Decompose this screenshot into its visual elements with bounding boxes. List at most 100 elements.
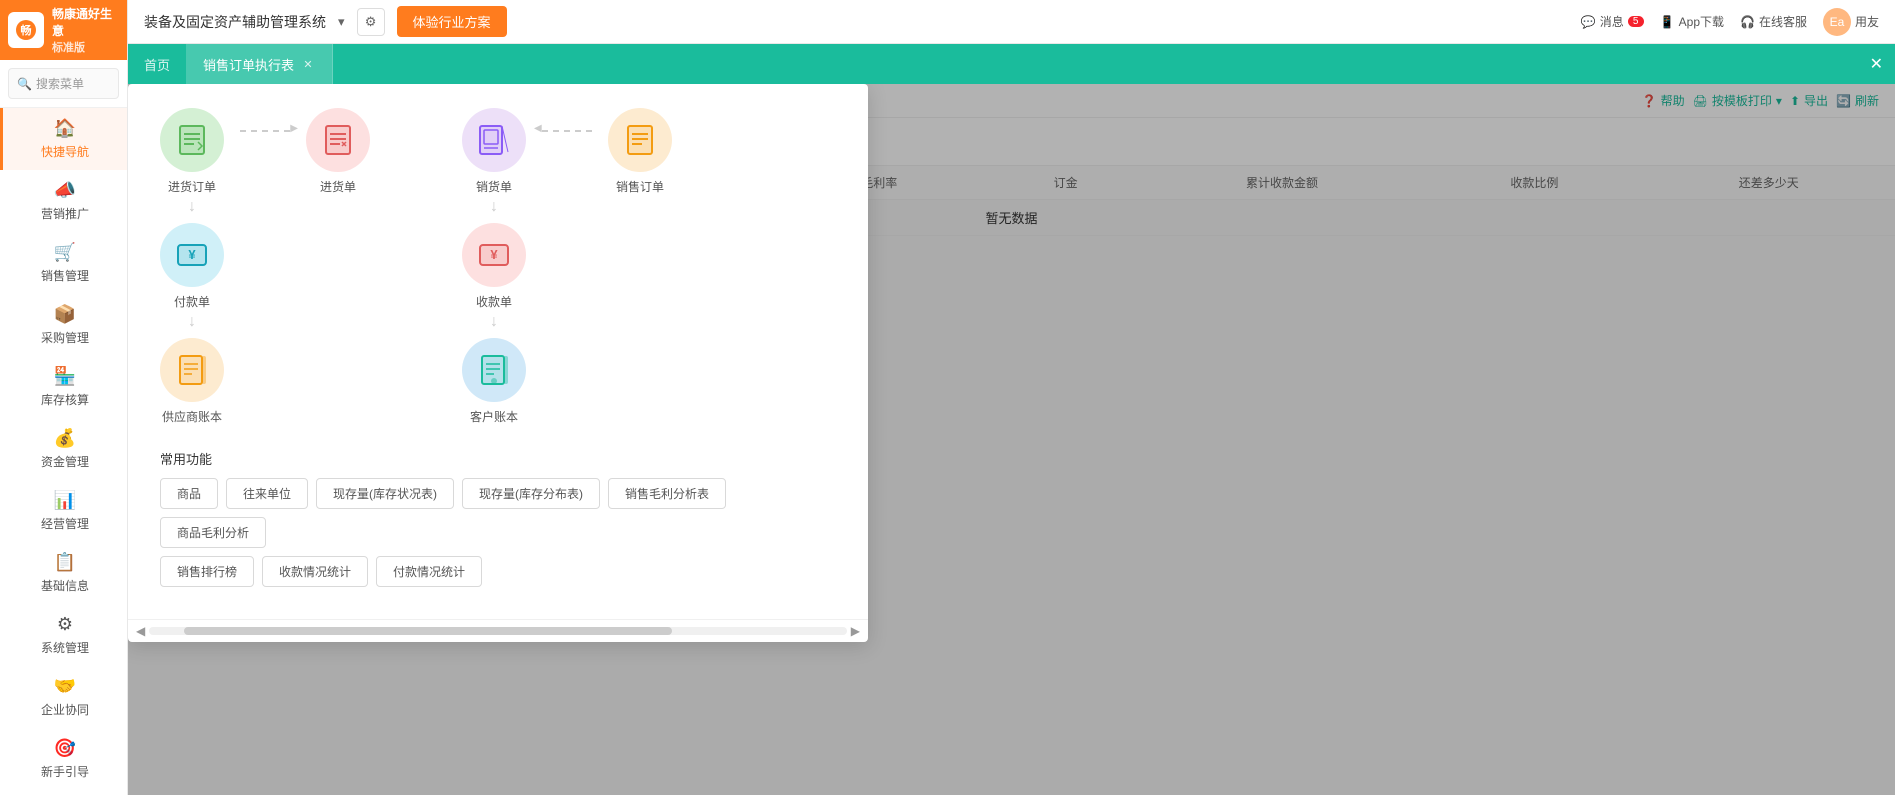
func-btn-payment-stats[interactable]: 付款情况统计 [376,556,482,587]
func-btn-sales-profit-analysis[interactable]: 销售毛利分析表 [608,478,726,509]
finance-icon: 💰 [54,428,76,449]
down-arrow-1: ↓ [188,199,196,215]
message-badge: 5 [1628,16,1644,27]
service-icon: 🎧 [1740,15,1755,29]
func-btn-inventory-status[interactable]: 现存量(库存状况表) [316,478,454,509]
func-btn-contacts[interactable]: 往来单位 [226,478,308,509]
system-dropdown[interactable]: ▾ [338,14,345,30]
quick-guide-modal: 进货订单 ↓ ¥ [128,84,868,642]
message-button[interactable]: 💬 消息 5 [1581,13,1644,30]
sidebar-nav: 🏠 快捷导航 📣 营销推广 🛒 销售管理 📦 采购管理 🏪 库存核算 💰 资金管… [0,108,127,795]
scrollbar-thumb[interactable] [184,627,672,635]
user-name-label: 用友 [1855,13,1879,30]
flow-item-payment[interactable]: ¥ 付款单 [160,223,224,310]
receipt-label: 收款单 [476,293,512,310]
app-download-button[interactable]: 📱 App下载 [1660,13,1724,30]
sidebar-search-area: 🔍 搜索菜单 [0,60,127,108]
online-service-button[interactable]: 🎧 在线客服 [1740,13,1807,30]
common-functions-section: 常用功能 商品 往来单位 现存量(库存状况表) 现存量(库存分布表) 销售毛利分… [160,449,836,587]
avatar: Ea [1823,8,1851,36]
func-btn-sales-ranking[interactable]: 销售排行榜 [160,556,254,587]
sidebar-item-marketing[interactable]: 📣 营销推广 [0,170,127,232]
main-area: 装备及固定资产辅助管理系统 ▾ ⚙ 体验行业方案 💬 消息 5 📱 App下载 … [128,0,1895,795]
flow-item-sales-order[interactable]: 销售订单 [608,108,672,195]
experience-industry-button[interactable]: 体验行业方案 [397,6,507,37]
sales-order-circle[interactable] [608,108,672,172]
topbar: 装备及固定资产辅助管理系统 ▾ ⚙ 体验行业方案 💬 消息 5 📱 App下载 … [128,0,1895,44]
svg-text:畅: 畅 [21,23,32,37]
payment-circle[interactable]: ¥ [160,223,224,287]
sales-icon: 🛒 [54,242,76,263]
func-btn-product-profit-analysis[interactable]: 商品毛利分析 [160,517,266,548]
down-arrow-3: ↓ [490,199,498,215]
flow-item-customer-account[interactable]: 客户账本 [462,338,526,425]
sidebar-item-finance[interactable]: 💰 资金管理 [0,418,127,480]
arrow-h-2: ◀ [542,108,592,132]
tabbar: 首页 销售订单执行表 ✕ ✕ [128,44,1895,84]
search-icon: 🔍 [17,77,32,91]
scroll-right-button[interactable]: ▶ [851,624,860,638]
settings-button[interactable]: ⚙ [357,8,385,36]
operations-icon: 📊 [54,490,76,511]
customer-account-label: 客户账本 [470,408,518,425]
new-guide-icon: 🎯 [54,738,76,759]
flow-section: 进货订单 ↓ ¥ [160,108,836,425]
customer-account-circle[interactable] [462,338,526,402]
sidebar-item-label: 企业协同 [41,701,89,718]
sidebar: 畅 畅康通好生意 标准版 🔍 搜索菜单 🏠 快捷导航 📣 营销推广 🛒 销售管理… [0,0,128,795]
flow-item-purchase-slip[interactable]: 进货单 [306,108,370,195]
online-service-label: 在线客服 [1759,13,1807,30]
sales-order-label: 销售订单 [616,178,664,195]
tabbar-close-all-button[interactable]: ✕ [1858,44,1895,84]
sidebar-item-label: 营销推广 [41,205,89,222]
scrollbar-track [149,627,847,635]
sidebar-item-system[interactable]: ⚙ 系统管理 [0,604,127,666]
chevron-down-icon: ▾ [338,14,345,30]
modal-body: 进货订单 ↓ ¥ [128,84,868,619]
sidebar-item-new-guide[interactable]: 🎯 新手引导 [0,728,127,790]
sidebar-item-label: 经营管理 [41,515,89,532]
sales-slip-circle[interactable] [462,108,526,172]
gear-icon: ⚙ [365,14,377,30]
flow-item-supplier-account[interactable]: 供应商账本 [160,338,224,425]
flow-item-receipt[interactable]: ¥ 收款单 [462,223,526,310]
sidebar-item-operations[interactable]: 📊 经营管理 [0,480,127,542]
user-profile[interactable]: Ea 用友 [1823,8,1879,36]
sidebar-item-label: 系统管理 [41,639,89,656]
search-menu-button[interactable]: 🔍 搜索菜单 [8,68,119,99]
system-title: 装备及固定资产辅助管理系统 [144,12,326,32]
sidebar-item-sales[interactable]: 🛒 销售管理 [0,232,127,294]
tab-close-button[interactable]: ✕ [300,56,316,72]
tab-sales-order-exec[interactable]: 销售订单执行表 ✕ [187,44,333,84]
sidebar-item-basic-info[interactable]: 📋 基础信息 [0,542,127,604]
supplier-account-circle[interactable] [160,338,224,402]
flow-item-purchase-order[interactable]: 进货订单 [160,108,224,195]
sales-order-exec-tab-label: 销售订单执行表 [203,55,294,74]
sidebar-item-label: 基础信息 [41,577,89,594]
sidebar-item-purchase[interactable]: 📦 采购管理 [0,294,127,356]
svg-text:¥: ¥ [490,247,498,262]
flow-item-sales-slip[interactable]: 销货单 [462,108,526,195]
func-btn-inventory-dist[interactable]: 现存量(库存分布表) [462,478,600,509]
purchase-icon: 📦 [54,304,76,325]
tab-home[interactable]: 首页 [128,44,187,84]
purchase-order-circle[interactable] [160,108,224,172]
sidebar-item-inventory[interactable]: 🏪 库存核算 [0,356,127,418]
purchase-slip-circle[interactable] [306,108,370,172]
sales-slip-label: 销货单 [476,178,512,195]
topbar-right: 💬 消息 5 📱 App下载 🎧 在线客服 Ea 用友 [1581,8,1879,36]
sidebar-item-label: 销售管理 [41,267,89,284]
system-icon: ⚙ [57,614,73,635]
arrow-h-1: ▶ [240,108,290,132]
content-area: ❓ 帮助 🖨 按模板打印 ▾ ⬆ 导出 🔄 刷新 [128,84,1895,795]
modal-overlay[interactable]: 进货订单 ↓ ¥ [128,84,1895,795]
func-btn-receipt-stats[interactable]: 收款情况统计 [262,556,368,587]
quick-nav-icon: 🏠 [54,118,76,139]
down-arrow-4: ↓ [490,314,498,330]
sidebar-item-enterprise[interactable]: 🤝 企业协同 [0,666,127,728]
func-btn-product[interactable]: 商品 [160,478,218,509]
scroll-left-button[interactable]: ◀ [136,624,145,638]
purchase-slip-label: 进货单 [320,178,356,195]
sidebar-item-quick-nav[interactable]: 🏠 快捷导航 [0,108,127,170]
receipt-circle[interactable]: ¥ [462,223,526,287]
